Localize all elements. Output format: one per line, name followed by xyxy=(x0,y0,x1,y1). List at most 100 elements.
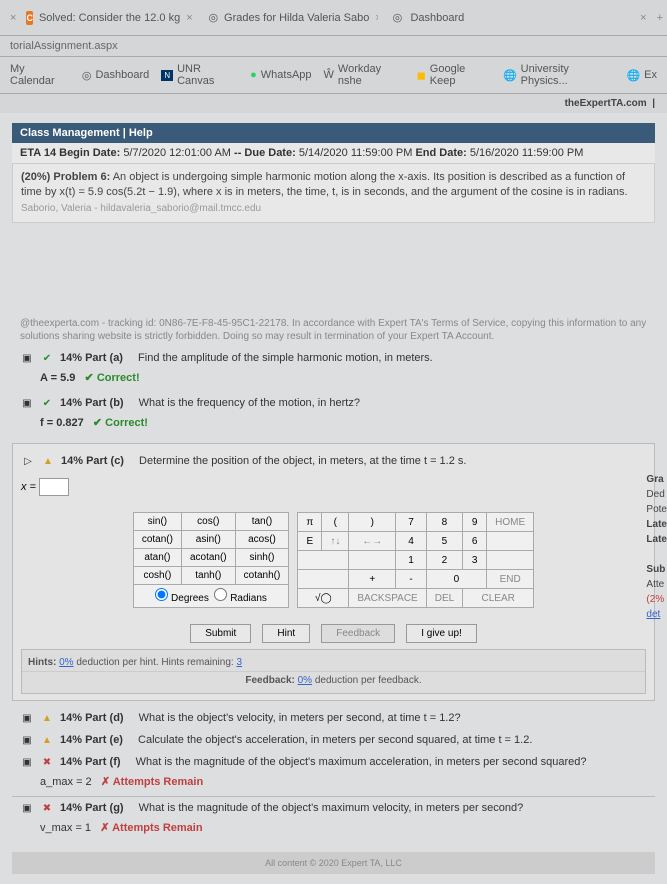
numpad: π ( ) 7 8 9 HOME E ↑↓ ←→ 4 5 6 xyxy=(297,512,534,608)
calc-tan[interactable]: tan() xyxy=(235,513,289,531)
workday-icon: Ŵ xyxy=(324,69,334,81)
collapse-icon[interactable]: ▣ xyxy=(20,755,34,769)
calc-blank xyxy=(349,551,396,570)
calc-home[interactable]: HOME xyxy=(487,513,534,532)
calc-plus[interactable]: + xyxy=(349,570,396,589)
part-c-header[interactable]: ▷ ▲ 14% Part (c) Determine the position … xyxy=(21,450,646,472)
hint-button[interactable]: Hint xyxy=(262,624,310,643)
close-icon[interactable]: × xyxy=(186,12,192,24)
url-bar[interactable]: torialAssignment.aspx xyxy=(0,36,667,57)
calc-7[interactable]: 7 xyxy=(396,513,426,532)
calc-atan[interactable]: atan() xyxy=(133,549,181,567)
bookmark-item[interactable]: 🌐Ex xyxy=(626,69,657,82)
calc-lparen[interactable]: ( xyxy=(322,513,349,532)
answer-input-row: x = xyxy=(21,472,646,502)
bookmark-item[interactable]: NUNR Canvas xyxy=(161,63,238,87)
part-a-header[interactable]: ▣ ✔ 14% Part (a) Find the amplitude of t… xyxy=(12,347,655,369)
giveup-button[interactable]: I give up! xyxy=(406,624,477,643)
part-b-header[interactable]: ▣ ✔ 14% Part (b) What is the frequency o… xyxy=(12,392,655,414)
calc-cotanh[interactable]: cotanh() xyxy=(235,567,289,585)
collapse-icon[interactable]: ▣ xyxy=(20,351,34,365)
collapse-icon[interactable]: ▣ xyxy=(20,801,34,815)
feedback-button[interactable]: Feedback xyxy=(321,624,395,643)
calc-minus[interactable]: - xyxy=(396,570,426,589)
calc-rparen[interactable]: ) xyxy=(349,513,396,532)
x-icon: ✖ xyxy=(40,755,54,769)
calc-9[interactable]: 9 xyxy=(463,513,487,532)
calc-e[interactable]: E xyxy=(298,532,322,551)
calc-cosh[interactable]: cosh() xyxy=(133,567,181,585)
class-management-header[interactable]: Class Management | Help xyxy=(12,123,655,143)
degrees-radio[interactable] xyxy=(155,588,168,601)
calc-acotan[interactable]: acotan() xyxy=(181,549,235,567)
grade-sidebar-cutoff: Gra Ded Pote Late Late Sub Atte (2% det xyxy=(646,472,667,622)
bookmark-item[interactable]: ◼Google Keep xyxy=(417,63,491,87)
calc-asin[interactable]: asin() xyxy=(181,531,235,549)
warning-icon: ▲ xyxy=(40,733,54,747)
browser-tab[interactable]: ◎ Dashboard xyxy=(380,5,474,31)
part-f-answer: a_max = 2 ✗ Attempts Remain xyxy=(12,773,655,796)
x-icon: ✖ xyxy=(40,801,54,815)
site-brand[interactable]: theExpertTA.com | xyxy=(0,94,667,113)
part-d-header[interactable]: ▣ ▲ 14% Part (d) What is the object's ve… xyxy=(12,707,655,729)
collapse-icon[interactable]: ▣ xyxy=(20,396,34,410)
part-b-answer: f = 0.827 ✔ Correct! xyxy=(12,414,655,437)
calc-sqrt[interactable]: √◯ xyxy=(298,589,349,608)
part-a-answer: A = 5.9 ✔ Correct! xyxy=(12,369,655,392)
browser-tab[interactable]: C Solved: Consider the 12.0 kg × xyxy=(16,5,196,31)
calc-1[interactable]: 1 xyxy=(396,551,426,570)
calc-pi[interactable]: π xyxy=(298,513,322,532)
calc-3[interactable]: 3 xyxy=(463,551,487,570)
calc-8[interactable]: 8 xyxy=(426,513,462,532)
collapse-icon[interactable]: ▣ xyxy=(20,733,34,747)
calc-backspace[interactable]: BACKSPACE xyxy=(349,589,426,608)
bookmark-item[interactable]: 🌐University Physics... xyxy=(503,63,615,87)
part-c-section: ▷ ▲ 14% Part (c) Determine the position … xyxy=(12,443,655,701)
whatsapp-icon: ● xyxy=(250,69,257,81)
part-e-header[interactable]: ▣ ▲ 14% Part (e) Calculate the object's … xyxy=(12,729,655,751)
browser-tab-bar: × C Solved: Consider the 12.0 kg × ◎ Gra… xyxy=(0,0,667,36)
calc-sin[interactable]: sin() xyxy=(133,513,181,531)
part-f-header[interactable]: ▣ ✖ 14% Part (f) What is the magnitude o… xyxy=(12,751,655,773)
calc-clear[interactable]: CLEAR xyxy=(463,589,534,608)
main-content: Class Management | Help ETA 14 Begin Dat… xyxy=(0,113,667,884)
tracking-notice: @theexperta.com - tracking id: 0N86-7E-F… xyxy=(12,313,655,347)
close-icon[interactable]: × xyxy=(640,12,646,24)
answer-input[interactable] xyxy=(39,478,69,496)
part-g-answer: v_max = 1 ✗ Attempts Remain xyxy=(12,819,655,842)
calc-blank xyxy=(487,551,534,570)
calc-cos[interactable]: cos() xyxy=(181,513,235,531)
bookmarks-bar: My Calendar ◎Dashboard NUNR Canvas ●What… xyxy=(0,57,667,94)
calc-6[interactable]: 6 xyxy=(463,532,487,551)
calc-updown[interactable]: ↑↓ xyxy=(322,532,349,551)
collapse-icon[interactable]: ▣ xyxy=(20,711,34,725)
browser-tab[interactable]: ◎ Grades for Hilda Valeria Sabo × xyxy=(198,5,378,31)
calc-leftright[interactable]: ←→ xyxy=(349,532,396,551)
calc-4[interactable]: 4 xyxy=(396,532,426,551)
calc-2[interactable]: 2 xyxy=(426,551,462,570)
calc-blank xyxy=(487,532,534,551)
close-icon[interactable]: × xyxy=(375,12,378,24)
calc-sinh[interactable]: sinh() xyxy=(235,549,289,567)
new-tab-icon[interactable]: + xyxy=(657,12,663,24)
calc-blank xyxy=(298,551,349,570)
bookmark-item[interactable]: My Calendar xyxy=(10,63,70,87)
calc-cotan[interactable]: cotan() xyxy=(133,531,181,549)
radians-radio[interactable] xyxy=(214,588,227,601)
bookmark-item[interactable]: ●WhatsApp xyxy=(250,69,311,81)
part-g-header[interactable]: ▣ ✖ 14% Part (g) What is the magnitude o… xyxy=(12,797,655,819)
canvas-icon: ◎ xyxy=(390,11,404,25)
calc-tanh[interactable]: tanh() xyxy=(181,567,235,585)
calc-5[interactable]: 5 xyxy=(426,532,462,551)
calc-0[interactable]: 0 xyxy=(426,570,486,589)
check-icon: ✔ xyxy=(40,351,54,365)
footer-copyright: All content © 2020 Expert TA, LLC xyxy=(12,852,655,874)
submit-button[interactable]: Submit xyxy=(190,624,251,643)
bookmark-item[interactable]: ◎Dashboard xyxy=(82,69,149,82)
calc-del[interactable]: DEL xyxy=(426,589,462,608)
canvas-icon: ◎ xyxy=(208,11,218,25)
expand-icon[interactable]: ▷ xyxy=(21,454,35,468)
calc-acos[interactable]: acos() xyxy=(235,531,289,549)
bookmark-item[interactable]: ŴWorkday nshe xyxy=(324,63,405,87)
calc-end[interactable]: END xyxy=(487,570,534,589)
